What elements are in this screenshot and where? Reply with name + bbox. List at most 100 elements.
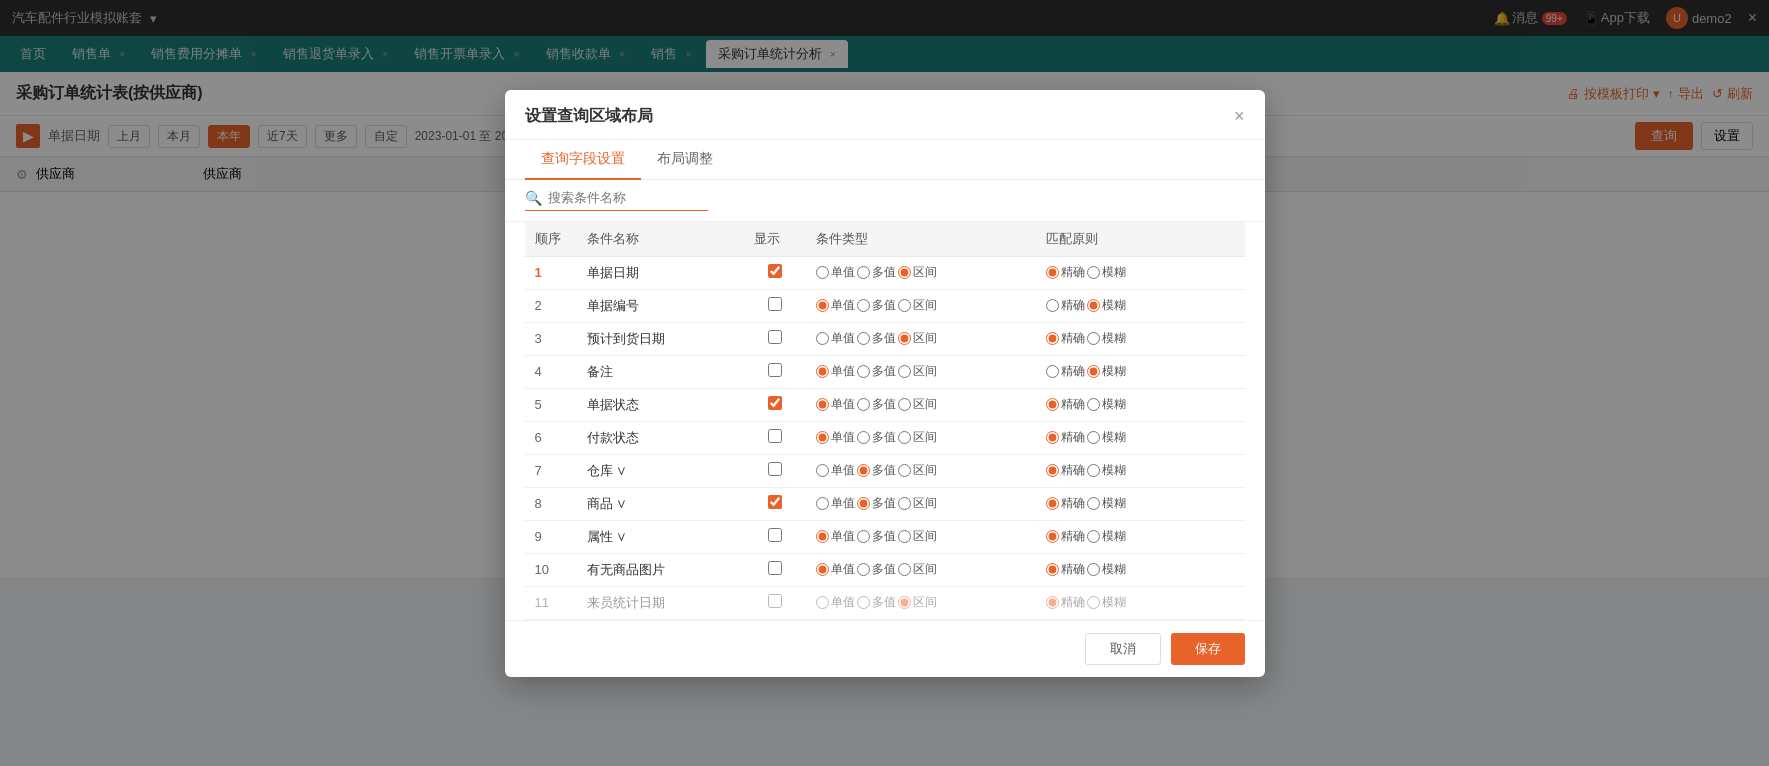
type-radio-单值-9[interactable] xyxy=(816,530,829,543)
type-radio-多值-2[interactable] xyxy=(857,299,870,312)
match-radio-模糊-3[interactable] xyxy=(1087,332,1100,345)
dialog-tab-layout[interactable]: 布局调整 xyxy=(641,140,729,180)
type-option-多值-10[interactable]: 多值 xyxy=(857,561,896,577)
type-radio-单值-6[interactable] xyxy=(816,431,829,444)
type-option-单值-2[interactable]: 单值 xyxy=(816,297,855,314)
match-radio-精确-6[interactable] xyxy=(1046,431,1059,444)
match-option-精确-6[interactable]: 精确 xyxy=(1046,429,1085,446)
type-option-多值-8[interactable]: 多值 xyxy=(857,495,896,512)
match-radio-模糊-8[interactable] xyxy=(1087,497,1100,510)
match-radio-精确-8[interactable] xyxy=(1046,497,1059,510)
match-radio-精确-2[interactable] xyxy=(1046,299,1059,312)
show-checkbox-1[interactable] xyxy=(768,264,782,278)
match-option-精确-8[interactable]: 精确 xyxy=(1046,495,1085,512)
type-radio-单值-5[interactable] xyxy=(816,398,829,411)
match-option-精确-10[interactable]: 精确 xyxy=(1046,561,1085,577)
type-option-多值-2[interactable]: 多值 xyxy=(857,297,896,314)
type-radio-多值-10[interactable] xyxy=(857,563,870,576)
type-radio-区间-1[interactable] xyxy=(898,266,911,279)
match-radio-精确-9[interactable] xyxy=(1046,530,1059,543)
type-option-多值-5[interactable]: 多值 xyxy=(857,396,896,413)
type-radio-多值-7[interactable] xyxy=(857,464,870,477)
type-option-多值-4[interactable]: 多值 xyxy=(857,363,896,380)
match-option-模糊-2[interactable]: 模糊 xyxy=(1087,297,1126,314)
type-option-单值-4[interactable]: 单值 xyxy=(816,363,855,380)
type-option-单值-6[interactable]: 单值 xyxy=(816,429,855,446)
type-option-多值-7[interactable]: 多值 xyxy=(857,462,896,479)
type-option-单值-5[interactable]: 单值 xyxy=(816,396,855,413)
type-option-单值-9[interactable]: 单值 xyxy=(816,528,855,545)
type-radio-区间-8[interactable] xyxy=(898,497,911,510)
match-option-模糊-5[interactable]: 模糊 xyxy=(1087,396,1126,413)
type-radio-区间-9[interactable] xyxy=(898,530,911,543)
show-checkbox-8[interactable] xyxy=(768,495,782,509)
type-option-区间-2[interactable]: 区间 xyxy=(898,297,937,314)
type-radio-单值-7[interactable] xyxy=(816,464,829,477)
type-radio-多值-9[interactable] xyxy=(857,530,870,543)
match-radio-精确-5[interactable] xyxy=(1046,398,1059,411)
type-option-区间-4[interactable]: 区间 xyxy=(898,363,937,380)
type-radio-区间-6[interactable] xyxy=(898,431,911,444)
type-option-区间-8[interactable]: 区间 xyxy=(898,495,937,512)
match-option-精确-2[interactable]: 精确 xyxy=(1046,297,1085,314)
type-radio-多值-8[interactable] xyxy=(857,497,870,510)
type-radio-区间-3[interactable] xyxy=(898,332,911,345)
type-radio-区间-2[interactable] xyxy=(898,299,911,312)
match-radio-模糊-2[interactable] xyxy=(1087,299,1100,312)
type-radio-区间-7[interactable] xyxy=(898,464,911,477)
type-radio-多值-6[interactable] xyxy=(857,431,870,444)
type-radio-单值-10[interactable] xyxy=(816,563,829,576)
type-radio-区间-10[interactable] xyxy=(898,563,911,576)
match-radio-精确-7[interactable] xyxy=(1046,464,1059,477)
match-option-模糊-4[interactable]: 模糊 xyxy=(1087,363,1126,380)
match-radio-精确-1[interactable] xyxy=(1046,266,1059,279)
type-option-单值-8[interactable]: 单值 xyxy=(816,495,855,512)
type-option-区间-10[interactable]: 区间 xyxy=(898,561,937,577)
type-radio-单值-1[interactable] xyxy=(816,266,829,279)
search-input[interactable] xyxy=(548,190,708,205)
type-radio-多值-1[interactable] xyxy=(857,266,870,279)
match-radio-模糊-9[interactable] xyxy=(1087,530,1100,543)
type-option-区间-7[interactable]: 区间 xyxy=(898,462,937,479)
type-radio-单值-4[interactable] xyxy=(816,365,829,378)
show-checkbox-5[interactable] xyxy=(768,396,782,410)
type-radio-多值-4[interactable] xyxy=(857,365,870,378)
type-radio-单值-2[interactable] xyxy=(816,299,829,312)
type-radio-多值-5[interactable] xyxy=(857,398,870,411)
match-radio-精确-3[interactable] xyxy=(1046,332,1059,345)
match-option-精确-1[interactable]: 精确 xyxy=(1046,264,1085,281)
type-option-区间-6[interactable]: 区间 xyxy=(898,429,937,446)
show-checkbox-10[interactable] xyxy=(768,561,782,575)
type-option-单值-3[interactable]: 单值 xyxy=(816,330,855,347)
match-radio-模糊-5[interactable] xyxy=(1087,398,1100,411)
type-option-区间-5[interactable]: 区间 xyxy=(898,396,937,413)
type-option-多值-9[interactable]: 多值 xyxy=(857,528,896,545)
show-checkbox-6[interactable] xyxy=(768,429,782,443)
match-option-精确-4[interactable]: 精确 xyxy=(1046,363,1085,380)
match-radio-模糊-10[interactable] xyxy=(1087,563,1100,576)
type-radio-区间-5[interactable] xyxy=(898,398,911,411)
type-option-单值-10[interactable]: 单值 xyxy=(816,561,855,577)
show-checkbox-9[interactable] xyxy=(768,528,782,542)
show-checkbox-4[interactable] xyxy=(768,363,782,377)
match-radio-精确-4[interactable] xyxy=(1046,365,1059,378)
match-radio-模糊-7[interactable] xyxy=(1087,464,1100,477)
type-option-多值-3[interactable]: 多值 xyxy=(857,330,896,347)
type-radio-单值-8[interactable] xyxy=(816,497,829,510)
match-radio-模糊-4[interactable] xyxy=(1087,365,1100,378)
type-option-区间-9[interactable]: 区间 xyxy=(898,528,937,545)
match-option-模糊-9[interactable]: 模糊 xyxy=(1087,528,1126,545)
type-option-多值-6[interactable]: 多值 xyxy=(857,429,896,446)
match-option-精确-9[interactable]: 精确 xyxy=(1046,528,1085,545)
match-radio-模糊-6[interactable] xyxy=(1087,431,1100,444)
show-checkbox-3[interactable] xyxy=(768,330,782,344)
type-option-多值-1[interactable]: 多值 xyxy=(857,264,896,281)
match-option-精确-5[interactable]: 精确 xyxy=(1046,396,1085,413)
show-checkbox-7[interactable] xyxy=(768,462,782,476)
match-option-精确-7[interactable]: 精确 xyxy=(1046,462,1085,479)
match-option-模糊-7[interactable]: 模糊 xyxy=(1087,462,1126,479)
type-radio-多值-3[interactable] xyxy=(857,332,870,345)
match-option-模糊-10[interactable]: 模糊 xyxy=(1087,561,1126,577)
match-option-模糊-3[interactable]: 模糊 xyxy=(1087,330,1126,347)
type-option-单值-1[interactable]: 单值 xyxy=(816,264,855,281)
